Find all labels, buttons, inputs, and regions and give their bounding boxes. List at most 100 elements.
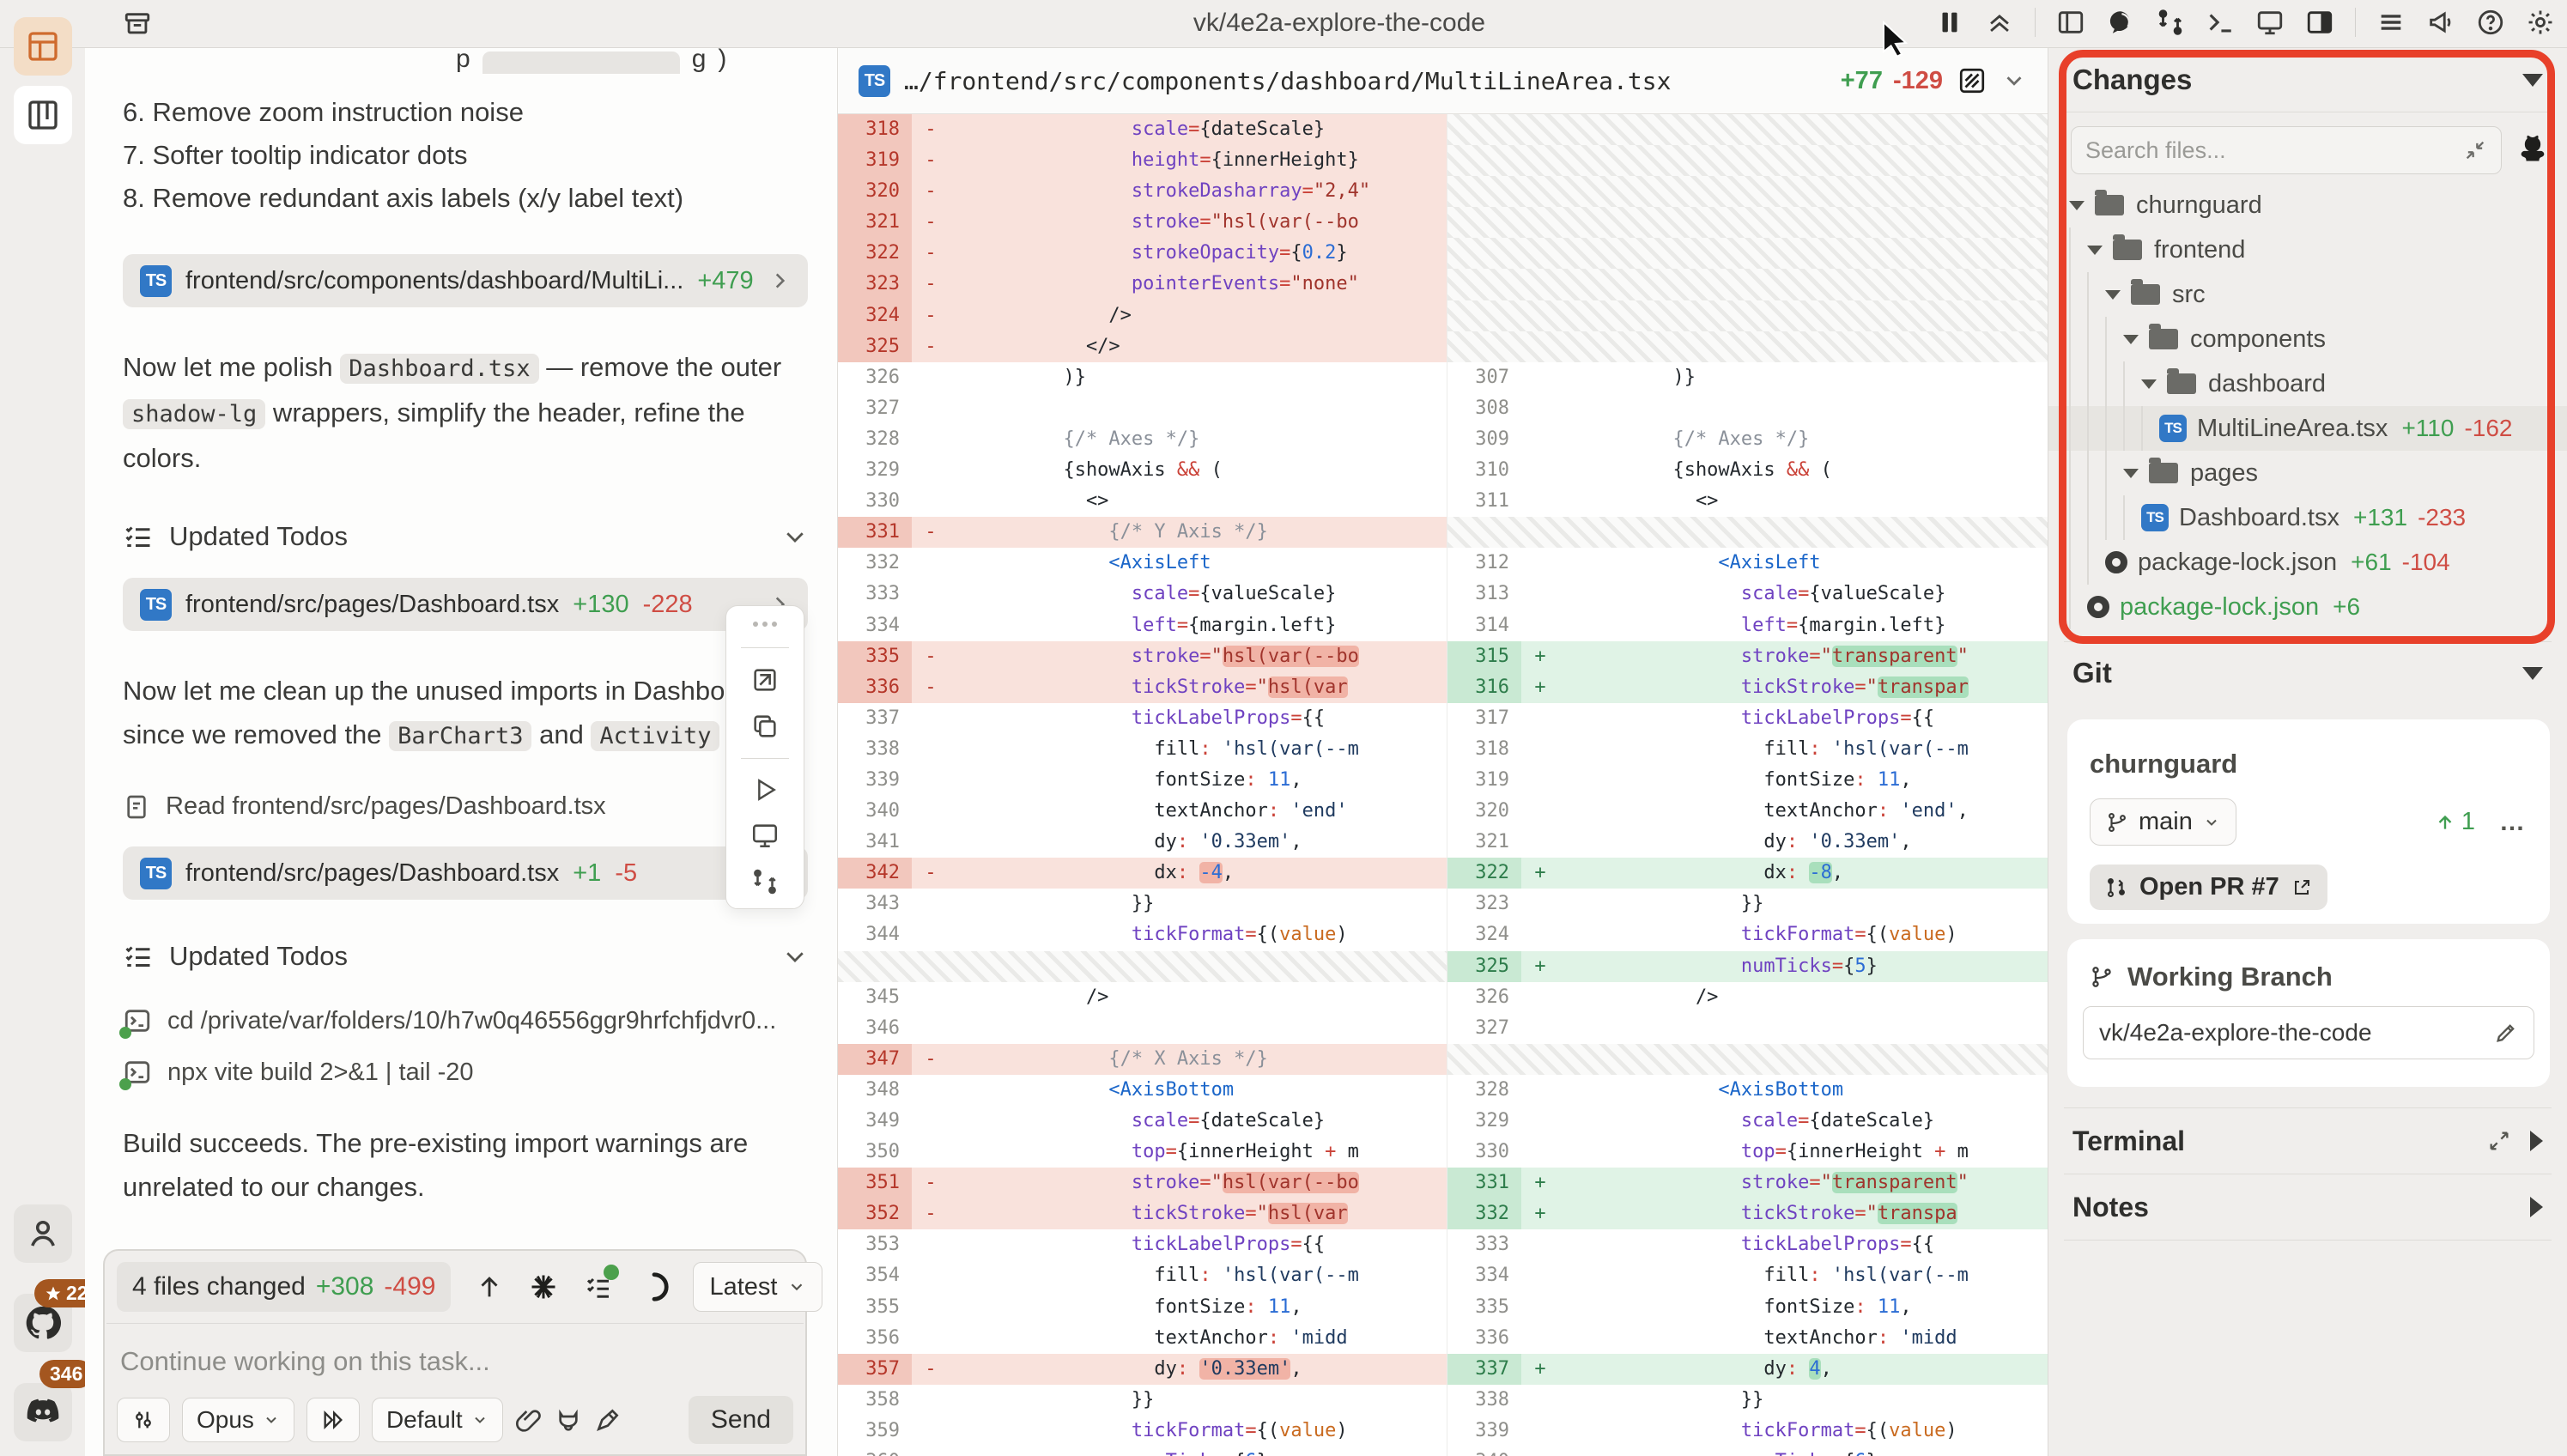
npm-package-icon <box>2105 551 2127 573</box>
octocat-icon[interactable] <box>2515 133 2550 167</box>
folder-expand-chevron[interactable] <box>2123 335 2139 344</box>
added-count: +6 <box>2333 593 2360 621</box>
open-pr-button[interactable]: Open PR #7 <box>2090 864 2327 910</box>
diff-row: 340 textAnchor: 'end'320 textAnchor: 'en… <box>838 796 2048 827</box>
run-icon[interactable] <box>751 776 779 804</box>
tree-folder-row[interactable]: components <box>2048 317 2567 361</box>
terminal-command-icon <box>123 1006 152 1035</box>
inline-code: Dashboard.tsx <box>340 354 538 384</box>
panel-right-filled-icon[interactable] <box>2305 8 2334 37</box>
git-section-header[interactable]: Git <box>2048 642 2567 704</box>
diff-mode-icon[interactable] <box>1957 65 1987 96</box>
folder-expand-chevron[interactable] <box>2141 379 2157 389</box>
more-options-icon[interactable] <box>750 618 780 630</box>
removed-count: -499 <box>384 1272 435 1301</box>
expand-icon[interactable] <box>2487 1129 2511 1153</box>
files-changed-summary[interactable]: 4 files changed +308 -499 <box>117 1262 451 1312</box>
folder-expand-chevron[interactable] <box>2087 246 2103 255</box>
model-select[interactable]: Opus <box>182 1398 294 1442</box>
send-button[interactable]: Send <box>689 1396 793 1444</box>
layout-view-button[interactable] <box>14 17 72 76</box>
file-diff-chip[interactable]: TS frontend/src/pages/Dashboard.tsx +130… <box>123 578 808 631</box>
cat-icon[interactable] <box>555 1406 582 1434</box>
tree-folder-row[interactable]: pages <box>2048 451 2567 495</box>
pen-icon[interactable] <box>594 1406 622 1434</box>
scroll-to-top-icon[interactable] <box>475 1272 504 1301</box>
line-number: 324 <box>1447 919 1521 950</box>
terminal-section-header[interactable]: Terminal <box>2048 1108 2567 1174</box>
burst-icon[interactable] <box>528 1271 559 1302</box>
file-diff-chip[interactable]: TS frontend/src/pages/Dashboard.tsx +1 -… <box>123 846 808 900</box>
chevron-down-icon[interactable] <box>782 943 808 969</box>
folder-expand-chevron[interactable] <box>2069 201 2085 210</box>
line-number: 339 <box>1447 1416 1521 1447</box>
changes-section-header[interactable]: Changes <box>2048 48 2567 112</box>
folder-expand-chevron[interactable] <box>2123 469 2139 478</box>
terminal-command-row[interactable]: cd /private/var/folders/10/h7w0q46556ggr… <box>123 1006 808 1035</box>
folder-expand-chevron[interactable] <box>2105 290 2121 300</box>
tree-folder-row[interactable]: frontend <box>2048 228 2567 272</box>
line-number: 323 <box>838 269 912 300</box>
profile-button[interactable] <box>14 1204 72 1263</box>
git-compare-icon[interactable] <box>750 867 780 896</box>
code-line <box>950 393 1447 424</box>
updated-todos-section[interactable]: Updated Todos <box>123 941 808 972</box>
code-line: fill: 'hsl(var(--m <box>1559 734 2048 765</box>
tree-file-row[interactable]: package-lock.json+61-104 <box>2048 540 2567 585</box>
mode-select[interactable]: Default <box>372 1398 503 1442</box>
code-line: textAnchor: 'midd <box>1559 1323 2048 1354</box>
chevron-down-icon[interactable] <box>782 524 808 549</box>
indent-guide <box>2087 272 2105 317</box>
pause-icon[interactable] <box>1935 8 1964 37</box>
copy-icon[interactable] <box>750 712 780 741</box>
line-number: 337 <box>838 703 912 734</box>
settings-gear-icon[interactable] <box>2526 8 2555 37</box>
diff-row: 360 numTicks={6}340 numTicks={6} <box>838 1447 2048 1456</box>
collapse-triangle-icon <box>2522 667 2543 680</box>
discord-button[interactable] <box>14 1383 72 1441</box>
tree-file-row[interactable]: TSMultiLineArea.tsx+110-162 <box>2048 406 2567 451</box>
tree-folder-row[interactable]: dashboard <box>2048 361 2567 406</box>
updated-todos-section[interactable]: Updated Todos <box>123 521 808 552</box>
edit-pencil-icon[interactable] <box>2494 1021 2518 1045</box>
diff-row: 350 top={innerHeight + m330 top={innerHe… <box>838 1137 2048 1168</box>
archive-icon[interactable] <box>123 9 152 39</box>
view-diff-icon[interactable] <box>750 665 780 695</box>
branch-select[interactable]: main <box>2090 798 2236 846</box>
terminal-icon[interactable] <box>2206 8 2235 37</box>
terminal-command-row[interactable]: npx vite build 2>&1 | tail -20 <box>123 1058 808 1087</box>
panel-left-icon[interactable] <box>2056 8 2085 37</box>
tree-folder-row[interactable]: src <box>2048 272 2567 317</box>
chevron-down-icon[interactable] <box>2001 68 2027 94</box>
kanban-view-button[interactable] <box>14 86 72 144</box>
file-diff-chip[interactable]: TS frontend/src/components/dashboard/Mul… <box>123 254 808 307</box>
tree-item-label: churnguard <box>2136 191 2262 220</box>
help-icon[interactable] <box>2476 8 2505 37</box>
notes-section-header[interactable]: Notes <box>2048 1174 2567 1240</box>
tree-file-row[interactable]: TSDashboard.tsx+131-233 <box>2048 495 2567 540</box>
read-file-row[interactable]: Read frontend/src/pages/Dashboard.tsx <box>123 792 808 821</box>
message-input[interactable]: Continue working on this task... <box>105 1324 805 1377</box>
tree-file-row[interactable]: package-lock.json+6 <box>2048 585 2567 629</box>
repo-more-menu[interactable]: … <box>2499 808 2528 837</box>
menu-icon[interactable] <box>2376 8 2406 37</box>
todo-list-icon[interactable] <box>583 1271 614 1302</box>
tree-folder-row[interactable]: churnguard <box>2048 183 2567 228</box>
search-files-input[interactable]: Search files... <box>2071 126 2502 174</box>
monitor-icon[interactable] <box>2255 8 2285 37</box>
diff-rows[interactable]: 318- scale={dateScale}319- height={inner… <box>838 114 2048 1456</box>
collapse-tree-icon[interactable] <box>2463 138 2487 162</box>
composer-settings-button[interactable] <box>117 1398 170 1442</box>
megaphone-icon[interactable] <box>2426 8 2455 37</box>
preview-monitor-icon[interactable] <box>750 821 780 850</box>
working-branch-input[interactable]: vk/4e2a-explore-the-code <box>2083 1006 2534 1059</box>
chat-bubble-icon[interactable] <box>2106 8 2135 37</box>
fast-forward-button[interactable] <box>306 1398 360 1442</box>
attach-icon[interactable] <box>515 1406 543 1434</box>
diff-row: 333 scale={valueScale}313 scale={valueSc… <box>838 579 2048 610</box>
file-tree[interactable]: churnguard frontendsrccomponentsdashboard… <box>2048 183 2567 629</box>
version-select[interactable]: Latest <box>693 1262 822 1312</box>
git-compare-icon[interactable] <box>2156 8 2185 37</box>
toolbar-divider <box>741 758 789 759</box>
collapse-up-icon[interactable] <box>1985 8 2014 37</box>
